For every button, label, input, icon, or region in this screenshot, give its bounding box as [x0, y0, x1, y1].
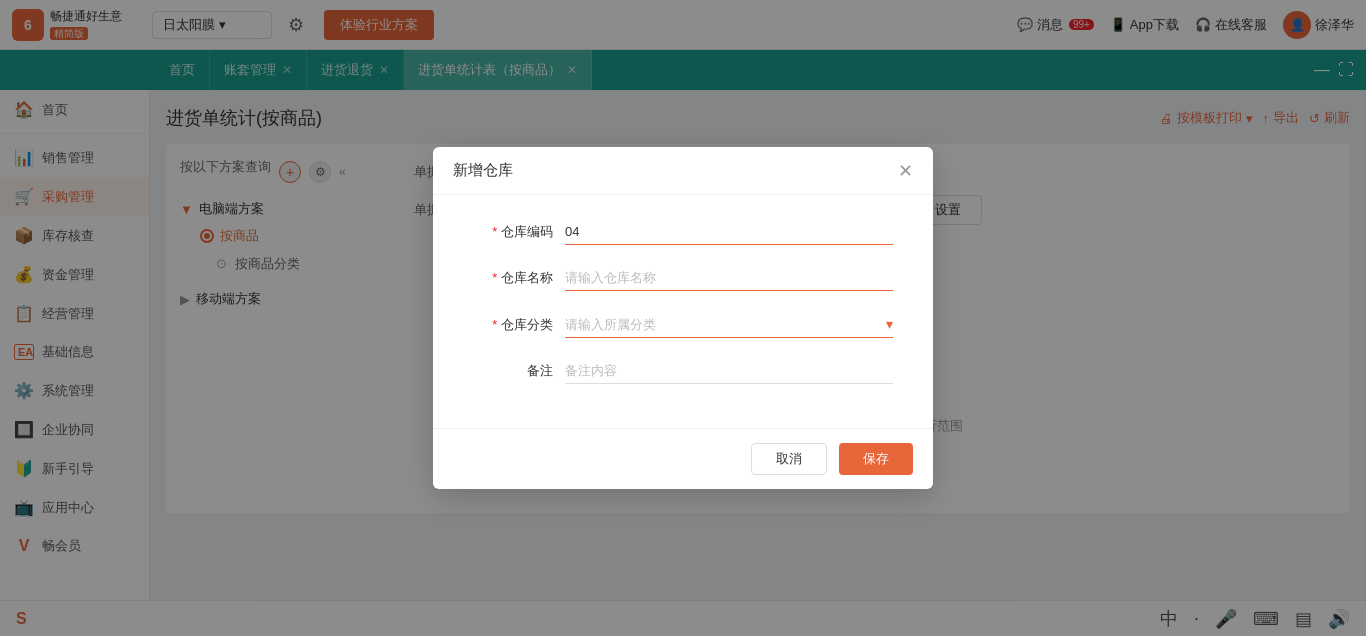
form-row-code: 仓库编码 [473, 219, 893, 245]
form-row-name: 仓库名称 [473, 265, 893, 291]
modal-header: 新增仓库 ✕ [433, 147, 933, 195]
cancel-button[interactable]: 取消 [751, 443, 827, 475]
save-button[interactable]: 保存 [839, 443, 913, 475]
modal-body: 仓库编码 仓库名称 仓库分类 ▾ 备注 [433, 195, 933, 428]
warehouse-category-select-wrap[interactable]: ▾ [565, 311, 893, 338]
warehouse-category-input[interactable] [565, 317, 886, 332]
warehouse-code-label: 仓库编码 [473, 223, 553, 241]
modal-new-warehouse: 新增仓库 ✕ 仓库编码 仓库名称 仓库分类 ▾ 备注 [433, 147, 933, 489]
modal-close-button[interactable]: ✕ [898, 162, 913, 180]
warehouse-remark-label: 备注 [473, 362, 553, 380]
modal-footer: 取消 保存 [433, 428, 933, 489]
warehouse-category-label: 仓库分类 [473, 316, 553, 334]
warehouse-remark-input[interactable] [565, 358, 893, 384]
category-chevron-icon: ▾ [886, 316, 893, 332]
modal-title: 新增仓库 [453, 161, 513, 180]
warehouse-name-input[interactable] [565, 265, 893, 291]
modal-overlay[interactable]: 新增仓库 ✕ 仓库编码 仓库名称 仓库分类 ▾ 备注 [0, 0, 1366, 636]
warehouse-name-label: 仓库名称 [473, 269, 553, 287]
form-row-category: 仓库分类 ▾ [473, 311, 893, 338]
form-row-remark: 备注 [473, 358, 893, 384]
warehouse-code-input[interactable] [565, 219, 893, 245]
